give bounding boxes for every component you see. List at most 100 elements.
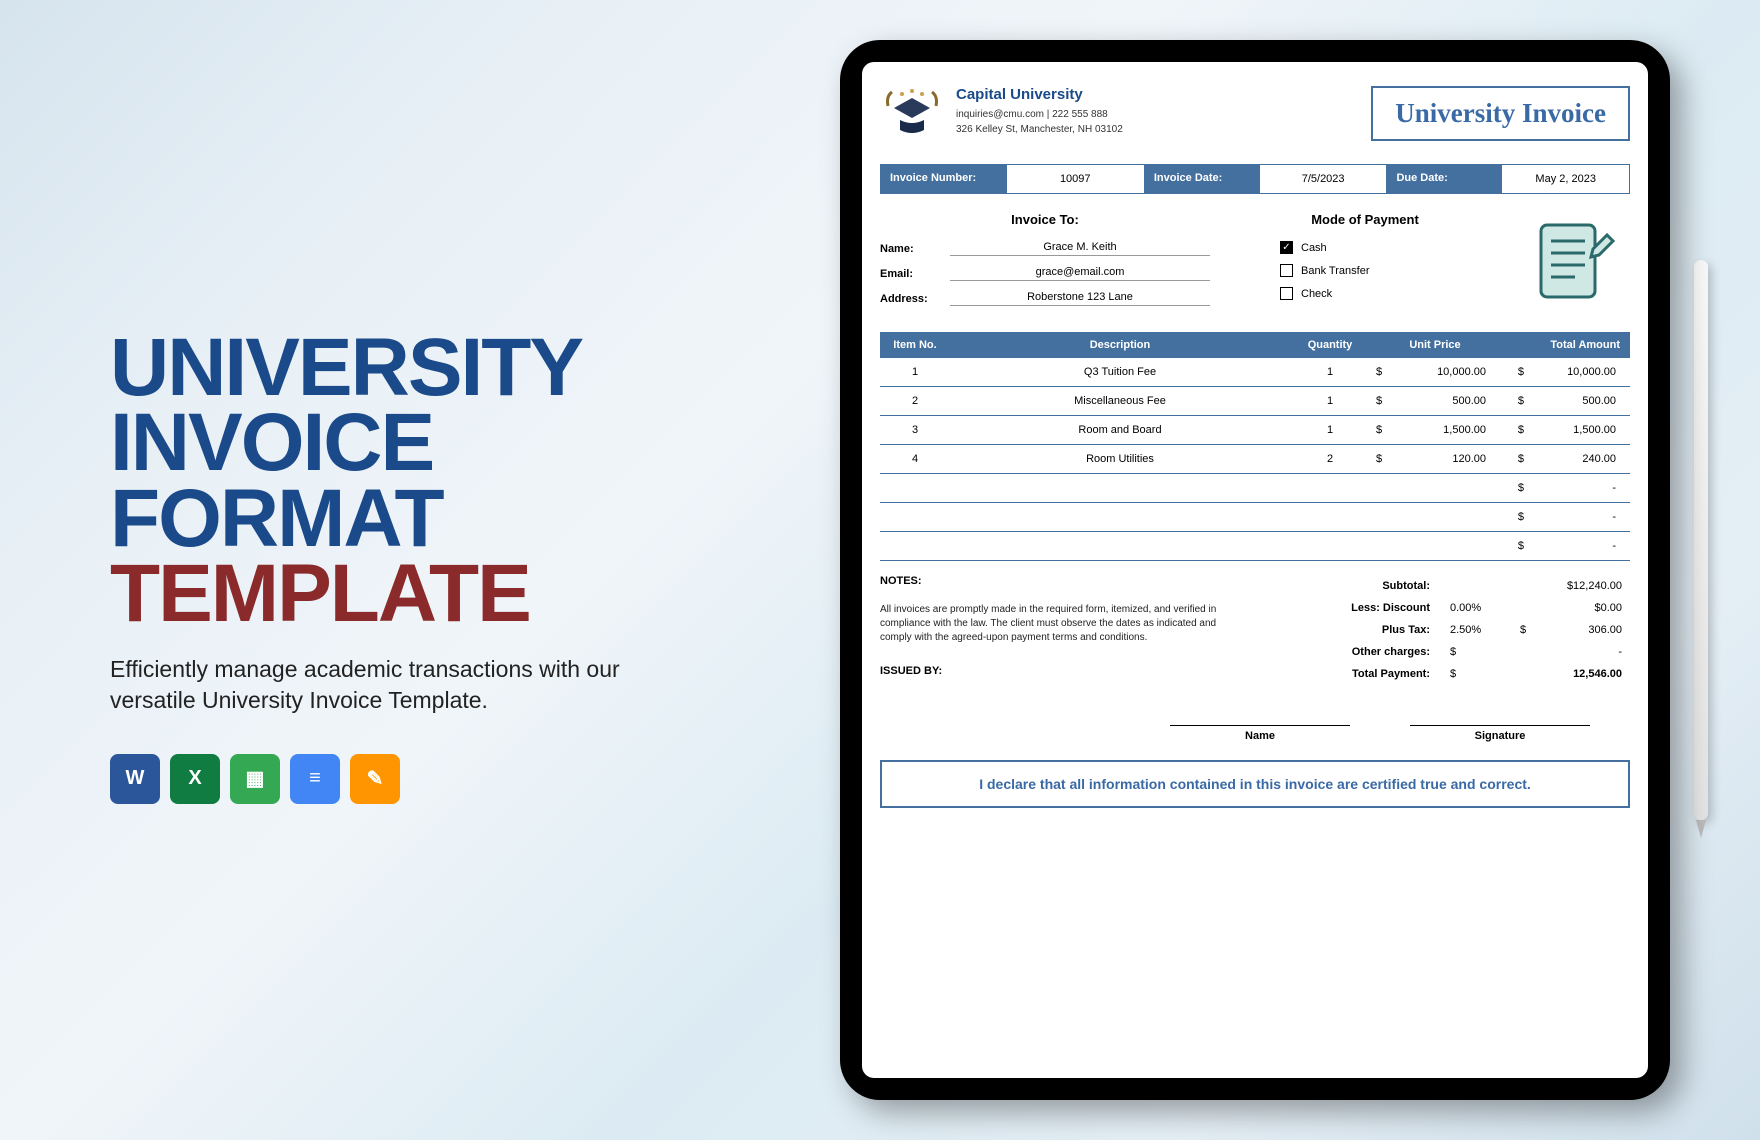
invoice-date-value: 7/5/2023 [1260, 164, 1387, 194]
cell-total: $10,000.00 [1500, 358, 1630, 386]
checkbox-icon[interactable] [1280, 287, 1293, 300]
cell-unit-price: $500.00 [1370, 387, 1500, 415]
cell-quantity: 1 [1290, 387, 1370, 415]
notes-text: All invoices are promptly made in the re… [880, 603, 1222, 645]
total-currency: $ [1450, 668, 1520, 680]
payment-option-label: Check [1301, 288, 1332, 300]
billto-email-value: grace@email.com [950, 266, 1210, 281]
tax-currency: $ [1520, 624, 1526, 636]
payment-option[interactable]: Check [1280, 287, 1500, 300]
subtotal-value: $12,240.00 [1520, 580, 1630, 592]
table-row-empty: $- [880, 503, 1630, 532]
issued-by-label: ISSUED BY: [880, 665, 1222, 677]
org-address: 326 Kelley St, Manchester, NH 03102 [956, 122, 1359, 137]
total-payment-label: Total Payment: [1240, 668, 1450, 680]
checkbox-icon[interactable]: ✓ [1280, 241, 1293, 254]
payment-option-label: Cash [1301, 242, 1327, 254]
signature-name-label: Name [1170, 725, 1350, 742]
payment-option-label: Bank Transfer [1301, 265, 1369, 277]
cell-unit-price: $1,500.00 [1370, 416, 1500, 444]
org-name: Capital University [956, 86, 1359, 103]
payment-option[interactable]: Bank Transfer [1280, 264, 1500, 277]
items-table-header: Item No. Description Quantity Unit Price… [880, 332, 1630, 358]
cell-total: $240.00 [1500, 445, 1630, 473]
cell-item-no: 2 [880, 387, 950, 415]
col-item-no: Item No. [880, 332, 950, 358]
billto-name-label: Name: [880, 243, 950, 255]
billto-name-value: Grace M. Keith [950, 241, 1210, 256]
cell-quantity: 1 [1290, 358, 1370, 386]
tax-pct: 2.50% [1450, 624, 1520, 636]
other-currency: $ [1450, 646, 1520, 658]
discount-pct: 0.00% [1450, 602, 1520, 614]
cell-total-empty: $- [1500, 503, 1630, 531]
col-description: Description [950, 332, 1290, 358]
col-unit-price: Unit Price [1370, 332, 1500, 358]
word-icon: W [110, 754, 160, 804]
col-quantity: Quantity [1290, 332, 1370, 358]
col-total: Total Amount [1500, 332, 1630, 358]
promo-subtitle: Efficiently manage academic transactions… [110, 654, 650, 716]
declaration-text: I declare that all information contained… [880, 760, 1630, 808]
cell-total-empty: $- [1500, 532, 1630, 560]
cell-item-no: 4 [880, 445, 950, 473]
checkbox-icon[interactable] [1280, 264, 1293, 277]
invoice-to-title: Invoice To: [880, 212, 1210, 227]
cell-item-no: 1 [880, 358, 950, 386]
table-row: 4Room Utilities2$120.00$240.00 [880, 445, 1630, 474]
billto-email-label: Email: [880, 268, 950, 280]
table-row-empty: $- [880, 474, 1630, 503]
table-row: 1Q3 Tuition Fee1$10,000.00$10,000.00 [880, 358, 1630, 387]
tax-value: 306.00 [1588, 624, 1622, 636]
promo-title-line-2: INVOICE [110, 405, 650, 480]
cell-unit-price: $120.00 [1370, 445, 1500, 473]
discount-value: $0.00 [1520, 602, 1630, 614]
other-value: - [1520, 646, 1630, 658]
tax-label: Plus Tax: [1240, 624, 1450, 636]
total-payment-value: 12,546.00 [1520, 668, 1630, 680]
cell-description: Miscellaneous Fee [950, 387, 1290, 415]
stylus-icon [1694, 260, 1708, 820]
invoice-meta-bar: Invoice Number: 10097 Invoice Date: 7/5/… [880, 164, 1630, 194]
due-date-value: May 2, 2023 [1502, 164, 1630, 194]
signature-label: Signature [1410, 725, 1590, 742]
cell-total: $1,500.00 [1500, 416, 1630, 444]
notes-title: NOTES: [880, 575, 1222, 587]
cell-quantity: 2 [1290, 445, 1370, 473]
promo-panel: UNIVERSITY INVOICE FORMAT TEMPLATE Effic… [110, 330, 650, 804]
payment-mode-title: Mode of Payment [1230, 212, 1500, 227]
billto-address-label: Address: [880, 293, 950, 305]
format-icons-row: W X ▦ ≡ ✎ [110, 754, 650, 804]
invoice-date-label: Invoice Date: [1144, 164, 1260, 194]
cell-total-empty: $- [1500, 474, 1630, 502]
invoice-number-value: 10097 [1007, 164, 1144, 194]
document-pencil-icon [1520, 212, 1630, 316]
subtotal-label: Subtotal: [1240, 580, 1450, 592]
cell-description: Q3 Tuition Fee [950, 358, 1290, 386]
sheets-icon: ▦ [230, 754, 280, 804]
docs-icon: ≡ [290, 754, 340, 804]
excel-icon: X [170, 754, 220, 804]
promo-title-line-4: TEMPLATE [110, 556, 650, 631]
cell-item-no: 3 [880, 416, 950, 444]
discount-label: Less: Discount [1240, 602, 1450, 614]
payment-option[interactable]: ✓ Cash [1280, 241, 1500, 254]
billto-address-value: Roberstone 123 Lane [950, 291, 1210, 306]
cell-description: Room and Board [950, 416, 1290, 444]
cell-unit-price: $10,000.00 [1370, 358, 1500, 386]
org-contact: inquiries@cmu.com | 222 555 888 [956, 107, 1359, 122]
table-row: 2Miscellaneous Fee1$500.00$500.00 [880, 387, 1630, 416]
invoice-document: Capital University inquiries@cmu.com | 2… [862, 62, 1648, 1078]
pages-icon: ✎ [350, 754, 400, 804]
tablet-frame: Capital University inquiries@cmu.com | 2… [840, 40, 1670, 1100]
invoice-number-label: Invoice Number: [880, 164, 1007, 194]
table-row-empty: $- [880, 532, 1630, 561]
university-logo-icon [880, 86, 944, 150]
table-row: 3Room and Board1$1,500.00$1,500.00 [880, 416, 1630, 445]
promo-title-line-1: UNIVERSITY [110, 330, 650, 405]
due-date-label: Due Date: [1386, 164, 1502, 194]
invoice-title: University Invoice [1371, 86, 1630, 141]
cell-quantity: 1 [1290, 416, 1370, 444]
other-charges-label: Other charges: [1240, 646, 1450, 658]
cell-total: $500.00 [1500, 387, 1630, 415]
